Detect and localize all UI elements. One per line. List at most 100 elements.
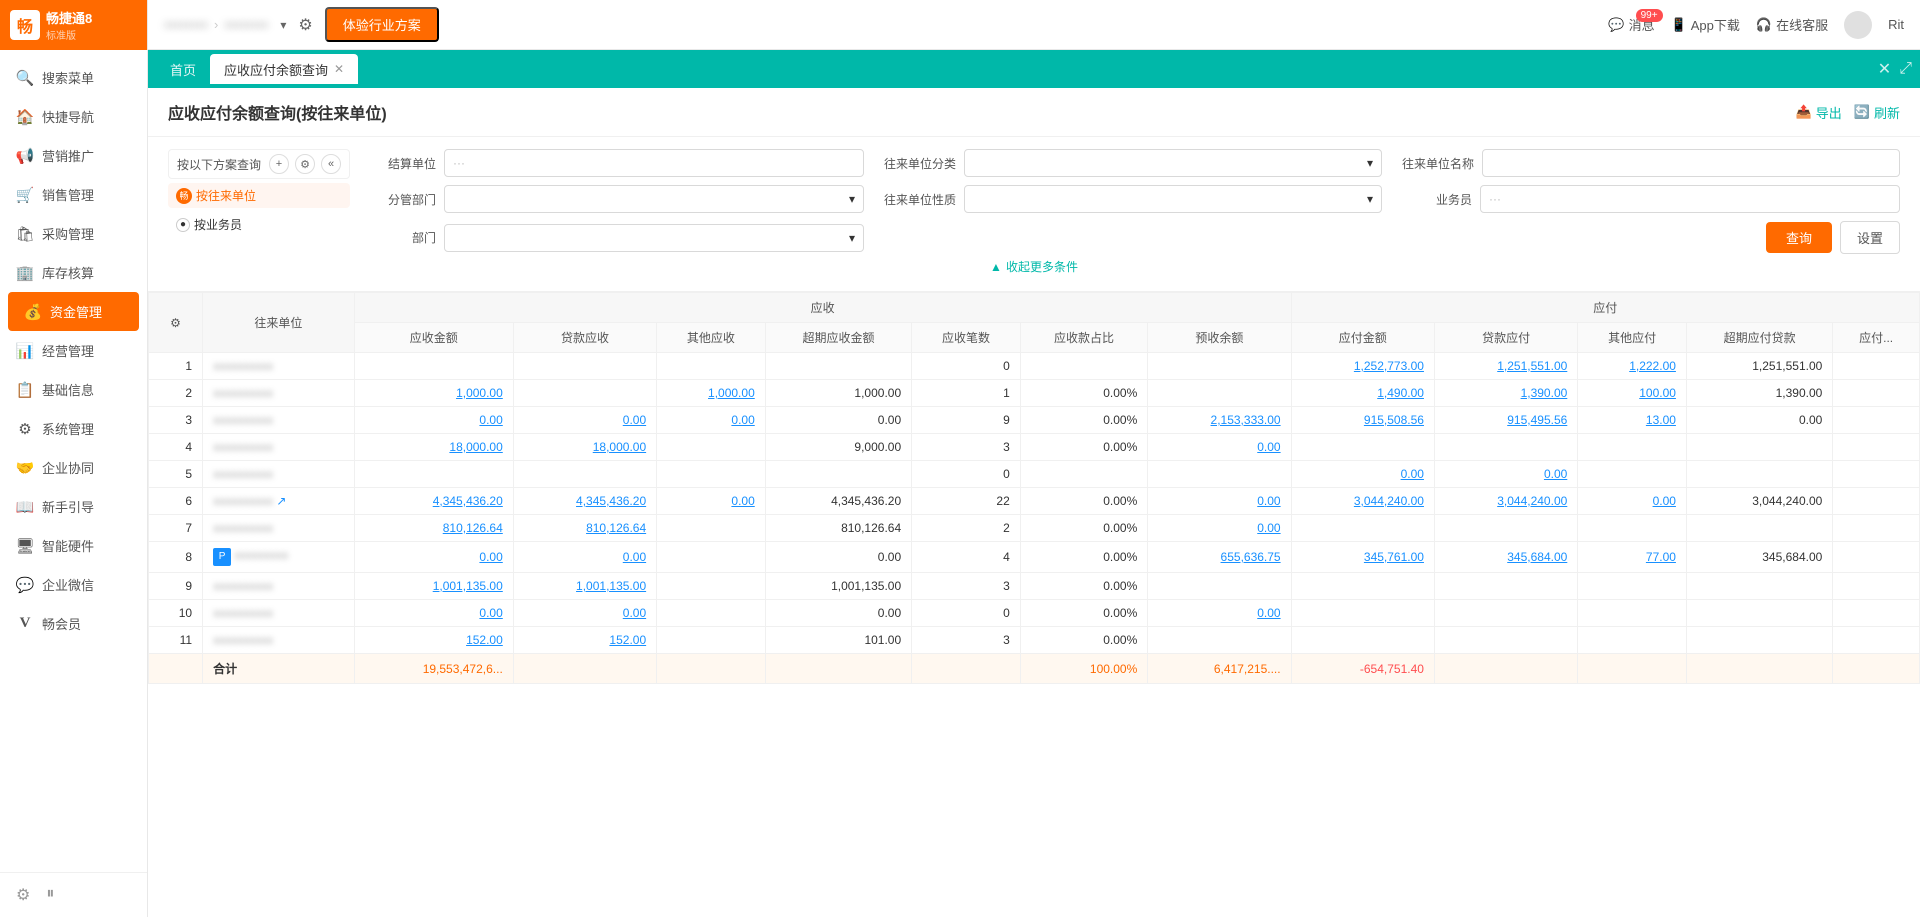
table-cell[interactable]: 0.00 [657, 488, 766, 515]
table-cell[interactable]: 0.00 [354, 407, 513, 434]
sidebar-item-hardware[interactable]: 🖥 智能硬件 [0, 526, 147, 565]
dept-input[interactable]: ▾ [444, 224, 864, 252]
table-cell[interactable]: 77.00 [1578, 542, 1687, 573]
table-cell[interactable]: 13.00 [1578, 407, 1687, 434]
cell-link[interactable]: 0.00 [479, 606, 502, 620]
cell-link[interactable]: 18,000.00 [449, 440, 502, 454]
table-cell[interactable]: 1,490.00 [1291, 380, 1434, 407]
dept-managed-input[interactable]: ▾ [444, 185, 864, 213]
cell-link[interactable]: 3,044,240.00 [1497, 494, 1567, 508]
sidebar-item-finance[interactable]: 💰 资金管理 [8, 292, 139, 331]
filter-option-by-staff[interactable]: ● 按业务员 [168, 212, 350, 237]
table-cell[interactable]: 1,000.00 [354, 380, 513, 407]
cell-link[interactable]: 0.00 [1401, 467, 1424, 481]
table-cell[interactable]: 18,000.00 [513, 434, 656, 461]
table-cell[interactable]: 18,000.00 [354, 434, 513, 461]
cell-link[interactable]: 1,000.00 [456, 386, 503, 400]
cell-link[interactable]: 915,495.56 [1507, 413, 1567, 427]
cell-link[interactable]: 77.00 [1646, 550, 1676, 564]
table-cell[interactable]: 810,126.64 [513, 515, 656, 542]
table-cell[interactable]: 0.00 [354, 542, 513, 573]
cell-link[interactable]: 100.00 [1639, 386, 1676, 400]
cell-link[interactable]: 0.00 [1257, 494, 1280, 508]
sidebar-item-system[interactable]: ⚙ 系统管理 [0, 409, 147, 448]
sidebar-item-member[interactable]: V 畅会员 [0, 604, 147, 643]
query-button[interactable]: 查询 [1766, 222, 1832, 253]
sidebar-item-operations[interactable]: 📊 经营管理 [0, 331, 147, 370]
table-cell[interactable]: 0.00 [1291, 461, 1434, 488]
header-gear-icon[interactable]: ⚙ [298, 15, 312, 35]
table-cell[interactable]: 810,126.64 [354, 515, 513, 542]
cell-link[interactable]: 4,345,436.20 [433, 494, 503, 508]
table-cell[interactable]: 2,153,333.00 [1148, 407, 1291, 434]
filter-collapse-btn[interactable]: ▲ 收起更多条件 [168, 254, 1900, 279]
cell-link[interactable]: 18,000.00 [593, 440, 646, 454]
table-cell[interactable]: 0.00 [513, 407, 656, 434]
cell-link[interactable]: 655,636.75 [1221, 550, 1281, 564]
export-button[interactable]: 📤 导出 [1796, 103, 1842, 122]
sidebar-item-sales[interactable]: 🛒 销售管理 [0, 175, 147, 214]
table-cell[interactable]: 0.00 [513, 600, 656, 627]
avatar[interactable] [1844, 11, 1872, 39]
table-cell[interactable]: 655,636.75 [1148, 542, 1291, 573]
sidebar-item-search[interactable]: 🔍 搜索菜单 [0, 58, 147, 97]
cell-link[interactable]: 1,490.00 [1377, 386, 1424, 400]
cell-link[interactable]: 0.00 [1653, 494, 1676, 508]
table-cell[interactable]: 1,390.00 [1434, 380, 1577, 407]
table-cell[interactable]: 0.00 [1148, 488, 1291, 515]
table-cell[interactable]: 1,222.00 [1578, 353, 1687, 380]
table-cell[interactable]: 1,000.00 [657, 380, 766, 407]
cell-link[interactable]: 4,345,436.20 [576, 494, 646, 508]
header-service-btn[interactable]: 🎧 在线客服 [1756, 15, 1828, 34]
header-app-btn[interactable]: 📱 App下载 [1671, 15, 1740, 34]
cell-link[interactable]: 152.00 [466, 633, 503, 647]
breadcrumb-dropdown-icon[interactable]: ▾ [280, 18, 286, 32]
table-cell[interactable]: 0.00 [354, 600, 513, 627]
cell-link[interactable]: 2,153,333.00 [1211, 413, 1281, 427]
cell-link[interactable]: 0.00 [623, 550, 646, 564]
refresh-button[interactable]: 🔄 刷新 [1854, 103, 1900, 122]
cell-link[interactable]: 1,251,551.00 [1497, 359, 1567, 373]
table-cell[interactable]: 1,001,135.00 [513, 573, 656, 600]
cell-link[interactable]: 0.00 [479, 550, 502, 564]
table-cell[interactable]: 4,345,436.20 [513, 488, 656, 515]
scheme-collapse-btn[interactable]: « [321, 154, 341, 174]
scheme-settings-btn[interactable]: ⚙ [295, 154, 315, 174]
tab-close-icon[interactable]: ✕ [334, 62, 344, 76]
sidebar-item-quicknav[interactable]: 🏠 快捷导航 [0, 97, 147, 136]
table-cell[interactable]: 1,251,551.00 [1434, 353, 1577, 380]
table-cell[interactable]: 915,508.56 [1291, 407, 1434, 434]
sidebar-settings-btn[interactable]: ⚙ [16, 885, 30, 905]
header-msg-btn[interactable]: 💬 消息 99+ [1608, 15, 1654, 34]
cell-link[interactable]: 915,508.56 [1364, 413, 1424, 427]
table-cell[interactable]: 152.00 [354, 627, 513, 654]
sidebar-item-guide[interactable]: 📖 新手引导 [0, 487, 147, 526]
cell-link[interactable]: 3,044,240.00 [1354, 494, 1424, 508]
table-cell[interactable]: 3,044,240.00 [1291, 488, 1434, 515]
table-cell[interactable]: 0.00 [1148, 600, 1291, 627]
cell-link[interactable]: 810,126.64 [443, 521, 503, 535]
promo-button[interactable]: 体验行业方案 [325, 7, 439, 42]
table-cell[interactable]: 0.00 [1578, 488, 1687, 515]
table-cell[interactable]: 3,044,240.00 [1434, 488, 1577, 515]
sidebar-item-wechat[interactable]: 💬 企业微信 [0, 565, 147, 604]
unit-nature-input[interactable]: ▾ [964, 185, 1382, 213]
salesperson-input[interactable]: ··· [1480, 185, 1900, 213]
table-cell[interactable]: 915,495.56 [1434, 407, 1577, 434]
table-cell[interactable]: 0.00 [1434, 461, 1577, 488]
cell-link[interactable]: 0.00 [623, 606, 646, 620]
cell-link[interactable]: 1,222.00 [1629, 359, 1676, 373]
table-cell[interactable]: 345,761.00 [1291, 542, 1434, 573]
scheme-add-btn[interactable]: + [269, 154, 289, 174]
sidebar-collapse-btn[interactable]: ⏸ [46, 885, 54, 905]
table-cell[interactable]: 0.00 [657, 407, 766, 434]
cell-link[interactable]: 0.00 [479, 413, 502, 427]
cell-link[interactable]: 1,390.00 [1521, 386, 1568, 400]
cell-link[interactable]: 0.00 [731, 413, 754, 427]
table-cell[interactable]: 1,252,773.00 [1291, 353, 1434, 380]
settings-button[interactable]: 设置 [1840, 221, 1900, 254]
cell-link[interactable]: 810,126.64 [586, 521, 646, 535]
sidebar-item-base[interactable]: 📋 基础信息 [0, 370, 147, 409]
cell-link[interactable]: 1,001,135.00 [433, 579, 503, 593]
username-label[interactable]: Rit [1888, 17, 1904, 32]
